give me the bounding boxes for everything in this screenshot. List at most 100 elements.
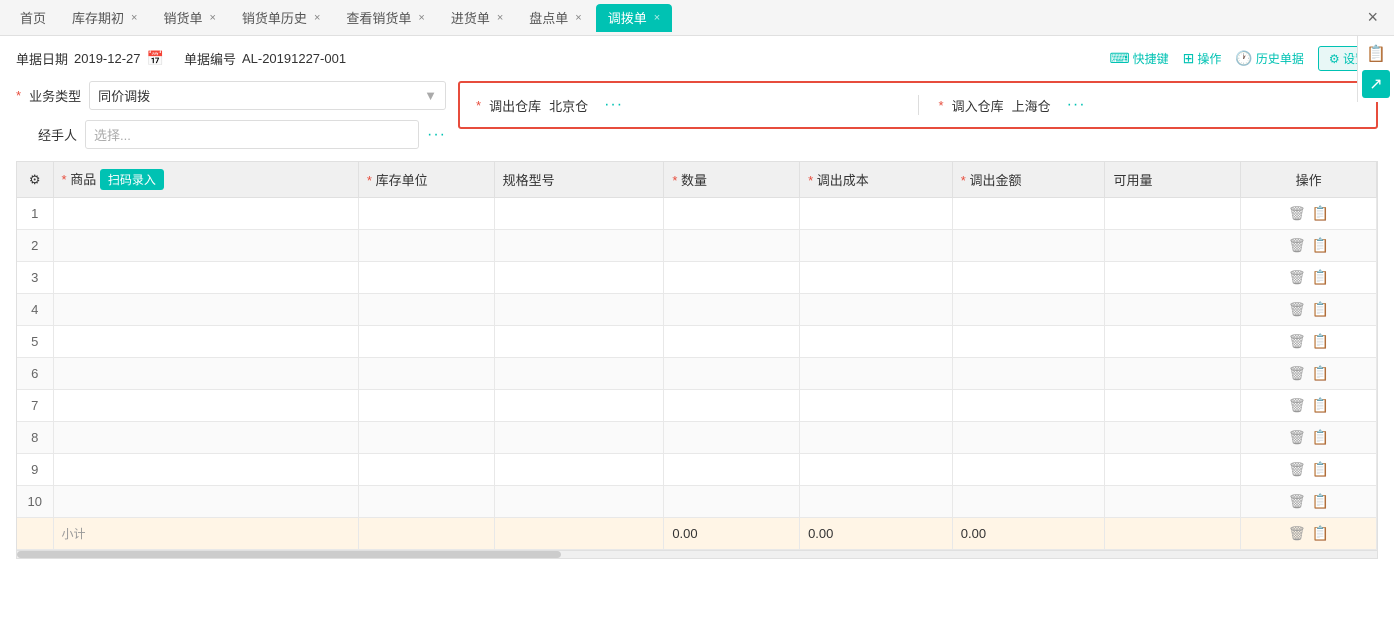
tab-sales-history[interactable]: 销货单历史 × [230, 4, 332, 32]
tab-view-sales[interactable]: 查看销货单 × [334, 4, 436, 32]
delete-row-icon[interactable]: 🗑 [1288, 493, 1306, 510]
cell-available[interactable] [1105, 454, 1241, 486]
copy-icon[interactable]: 📋 [1312, 525, 1329, 542]
cell-available[interactable] [1105, 358, 1241, 390]
horizontal-scrollbar[interactable] [17, 550, 1377, 558]
cell-qty[interactable] [664, 454, 800, 486]
cell-unit[interactable] [358, 454, 494, 486]
biz-type-value[interactable]: 同价调拨 ▼ [89, 81, 446, 110]
cell-amount[interactable] [952, 454, 1105, 486]
cell-unit[interactable] [358, 262, 494, 294]
cell-cost[interactable] [800, 230, 953, 262]
cell-qty[interactable] [664, 422, 800, 454]
tab-close-4[interactable]: × [418, 12, 424, 24]
cell-cost[interactable] [800, 486, 953, 518]
cell-product[interactable] [53, 294, 358, 326]
cell-spec[interactable] [494, 390, 664, 422]
copy-row-icon[interactable]: 📋 [1312, 397, 1329, 414]
delete-row-icon[interactable]: 🗑 [1288, 301, 1306, 318]
cell-cost[interactable] [800, 262, 953, 294]
cell-product[interactable] [53, 486, 358, 518]
cell-qty[interactable] [664, 198, 800, 230]
cell-cost[interactable] [800, 390, 953, 422]
cell-qty[interactable] [664, 358, 800, 390]
cell-product[interactable] [53, 454, 358, 486]
tab-close-7[interactable]: × [654, 12, 660, 24]
tab-transfer[interactable]: 调拨单 × [596, 4, 672, 32]
tab-close-2[interactable]: × [209, 12, 215, 24]
cell-available[interactable] [1105, 198, 1241, 230]
cell-available[interactable] [1105, 422, 1241, 454]
cell-amount[interactable] [952, 486, 1105, 518]
cell-cost[interactable] [800, 326, 953, 358]
operations-button[interactable]: ⊞ 操作 [1183, 50, 1222, 67]
cell-qty[interactable] [664, 390, 800, 422]
cell-spec[interactable] [494, 230, 664, 262]
tab-sales[interactable]: 销货单 × [151, 4, 227, 32]
cell-cost[interactable] [800, 454, 953, 486]
cell-spec[interactable] [494, 454, 664, 486]
delete-row-icon[interactable]: 🗑 [1288, 237, 1306, 254]
export-sidebar-icon[interactable]: ↗ [1362, 70, 1390, 98]
th-gear[interactable]: ⚙ [17, 162, 53, 198]
biz-type-select[interactable]: 同价调拨 ▼ [89, 81, 446, 110]
delete-row-icon[interactable]: 🗑 [1288, 429, 1306, 446]
operator-placeholder[interactable]: 选择... [85, 120, 419, 149]
tab-home[interactable]: 首页 [8, 4, 58, 32]
cell-unit[interactable] [358, 198, 494, 230]
cell-spec[interactable] [494, 262, 664, 294]
delete-row-icon[interactable]: 🗑 [1288, 461, 1306, 478]
cell-unit[interactable] [358, 390, 494, 422]
cell-available[interactable] [1105, 390, 1241, 422]
cell-available[interactable] [1105, 294, 1241, 326]
cell-amount[interactable] [952, 198, 1105, 230]
cell-qty[interactable] [664, 262, 800, 294]
delete-icon[interactable]: 🗑 [1288, 525, 1306, 542]
cell-spec[interactable] [494, 294, 664, 326]
operator-more-dots[interactable]: ··· [427, 126, 446, 144]
history-docs-button[interactable]: 🕐 历史单据 [1235, 50, 1303, 67]
cell-unit[interactable] [358, 486, 494, 518]
delete-row-icon[interactable]: 🗑 [1288, 333, 1306, 350]
cell-cost[interactable] [800, 422, 953, 454]
copy-row-icon[interactable]: 📋 [1312, 301, 1329, 318]
delete-row-icon[interactable]: 🗑 [1288, 205, 1306, 222]
in-warehouse-more[interactable]: ··· [1067, 96, 1086, 114]
cell-product[interactable] [53, 198, 358, 230]
cell-unit[interactable] [358, 326, 494, 358]
cell-cost[interactable] [800, 294, 953, 326]
cell-spec[interactable] [494, 198, 664, 230]
cell-available[interactable] [1105, 230, 1241, 262]
cell-qty[interactable] [664, 486, 800, 518]
delete-row-icon[interactable]: 🗑 [1288, 397, 1306, 414]
cell-product[interactable] [53, 422, 358, 454]
cell-available[interactable] [1105, 486, 1241, 518]
copy-row-icon[interactable]: 📋 [1312, 365, 1329, 382]
cell-amount[interactable] [952, 422, 1105, 454]
cell-spec[interactable] [494, 486, 664, 518]
cell-cost[interactable] [800, 358, 953, 390]
cell-qty[interactable] [664, 294, 800, 326]
cell-unit[interactable] [358, 358, 494, 390]
copy-row-icon[interactable]: 📋 [1312, 237, 1329, 254]
cell-qty[interactable] [664, 326, 800, 358]
copy-row-icon[interactable]: 📋 [1312, 493, 1329, 510]
cell-spec[interactable] [494, 326, 664, 358]
cell-spec[interactable] [494, 422, 664, 454]
cell-spec[interactable] [494, 358, 664, 390]
cell-amount[interactable] [952, 390, 1105, 422]
calendar-icon[interactable]: 📅 [147, 50, 164, 67]
shortcuts-button[interactable]: ⌨ 快捷键 [1109, 50, 1168, 67]
cell-amount[interactable] [952, 230, 1105, 262]
copy-row-icon[interactable]: 📋 [1312, 333, 1329, 350]
tab-inventory-init[interactable]: 库存期初 × [60, 4, 149, 32]
cell-product[interactable] [53, 326, 358, 358]
cell-available[interactable] [1105, 326, 1241, 358]
tab-close-6[interactable]: × [575, 12, 581, 24]
tab-stocktake[interactable]: 盘点单 × [517, 4, 593, 32]
cell-unit[interactable] [358, 294, 494, 326]
cell-cost[interactable] [800, 198, 953, 230]
copy-row-icon[interactable]: 📋 [1312, 205, 1329, 222]
cell-product[interactable] [53, 358, 358, 390]
cell-unit[interactable] [358, 422, 494, 454]
